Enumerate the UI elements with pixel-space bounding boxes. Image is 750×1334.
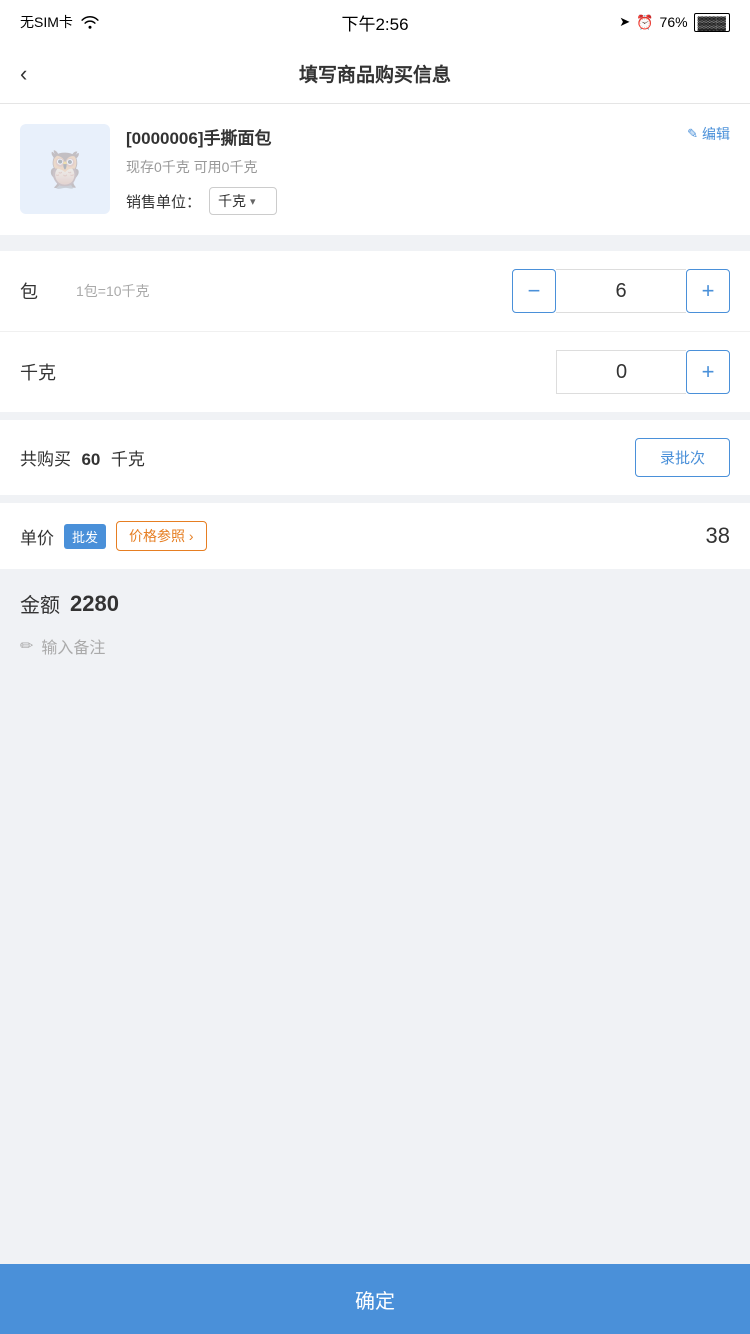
product-logo: 🦉 — [35, 139, 95, 199]
amount-row: 金额 2280 — [20, 589, 730, 618]
price-ref-button[interactable]: 价格参照 › — [116, 521, 207, 551]
quantity-section: 包 1包=10千克 − + 千克 + — [0, 251, 750, 412]
qty-sublabel-bao: 1包=10千克 — [76, 281, 512, 301]
product-image: 🦉 — [20, 124, 110, 214]
total-row: 共购买 60 千克 录批次 — [0, 420, 750, 495]
total-unit: 千克 — [111, 450, 145, 469]
quantity-row-bao: 包 1包=10千克 − + — [0, 251, 750, 332]
product-info: [0000006]手撕面包 ✎ 编辑 现存0千克 可用0千克 销售单位： 千克 … — [126, 124, 730, 215]
total-amount: 60 — [81, 450, 100, 469]
edit-icon: ✎ — [687, 126, 698, 142]
price-value: 38 — [706, 523, 730, 549]
empty-space — [0, 678, 750, 1078]
edit-button[interactable]: ✎ 编辑 — [687, 124, 730, 144]
amount-section: 金额 2280 ✏ 输入备注 — [0, 569, 750, 678]
qty-plus-kg[interactable]: + — [686, 350, 730, 394]
unit-value: 千克 — [218, 191, 246, 211]
qty-input-bao[interactable] — [556, 269, 686, 313]
status-time: 下午2:56 — [341, 10, 408, 35]
chevron-down-icon: ▾ — [250, 195, 256, 208]
total-prefix: 共购买 — [20, 450, 71, 469]
remark-row[interactable]: ✏ 输入备注 — [20, 634, 730, 678]
qty-label-bao: 包 — [20, 278, 70, 304]
battery-label: 76% — [660, 14, 688, 30]
status-right: ➤ ⏰ 76% ▓▓▓ — [619, 13, 730, 32]
remark-placeholder[interactable]: 输入备注 — [41, 634, 105, 658]
product-title-row: [0000006]手撕面包 ✎ 编辑 — [126, 124, 730, 149]
location-icon: ➤ — [619, 14, 630, 30]
qty-input-kg[interactable] — [556, 350, 686, 394]
qty-plus-bao[interactable]: + — [686, 269, 730, 313]
edit-label: 编辑 — [702, 124, 730, 144]
quantity-row-kg: 千克 + — [0, 332, 750, 412]
svg-text:🦉: 🦉 — [43, 149, 88, 190]
confirm-button[interactable]: 确定 — [0, 1264, 750, 1334]
status-bar: 无SIM卡 下午2:56 ➤ ⏰ 76% ▓▓▓ — [0, 0, 750, 44]
nav-bar: ‹ 填写商品购买信息 — [0, 44, 750, 104]
price-row: 单价 批发 价格参照 › 38 — [0, 503, 750, 569]
divider-3 — [0, 495, 750, 503]
carrier-label: 无SIM卡 — [20, 12, 73, 32]
wifi-icon — [81, 15, 99, 29]
divider-1 — [0, 243, 750, 251]
status-left: 无SIM卡 — [20, 12, 99, 32]
product-card: 🦉 [0000006]手撕面包 ✎ 编辑 现存0千克 可用0千克 销售单位： 千… — [0, 104, 750, 243]
page-title: 填写商品购买信息 — [299, 60, 451, 87]
qty-control-kg: + — [556, 350, 730, 394]
alarm-icon: ⏰ — [636, 14, 653, 31]
pencil-icon: ✏ — [20, 636, 33, 656]
product-name: [0000006]手撕面包 — [126, 124, 272, 149]
confirm-button-label: 确定 — [355, 1285, 395, 1314]
product-unit-row: 销售单位： 千克 ▾ — [126, 187, 730, 215]
qty-minus-bao[interactable]: − — [512, 269, 556, 313]
amount-value: 2280 — [70, 591, 119, 617]
battery-icon: ▓▓▓ — [694, 13, 730, 32]
product-stock: 现存0千克 可用0千克 — [126, 157, 730, 177]
batch-button[interactable]: 录批次 — [635, 438, 730, 477]
qty-control-bao: − + — [512, 269, 730, 313]
unit-select[interactable]: 千克 ▾ — [209, 187, 277, 215]
unit-label: 销售单位： — [126, 191, 201, 212]
amount-label: 金额 — [20, 589, 60, 618]
back-button[interactable]: ‹ — [20, 61, 27, 87]
qty-label-kg: 千克 — [20, 359, 70, 385]
price-type-tag: 批发 — [64, 524, 106, 549]
total-text: 共购买 60 千克 — [20, 445, 145, 470]
divider-2 — [0, 412, 750, 420]
price-label: 单价 — [20, 524, 54, 549]
